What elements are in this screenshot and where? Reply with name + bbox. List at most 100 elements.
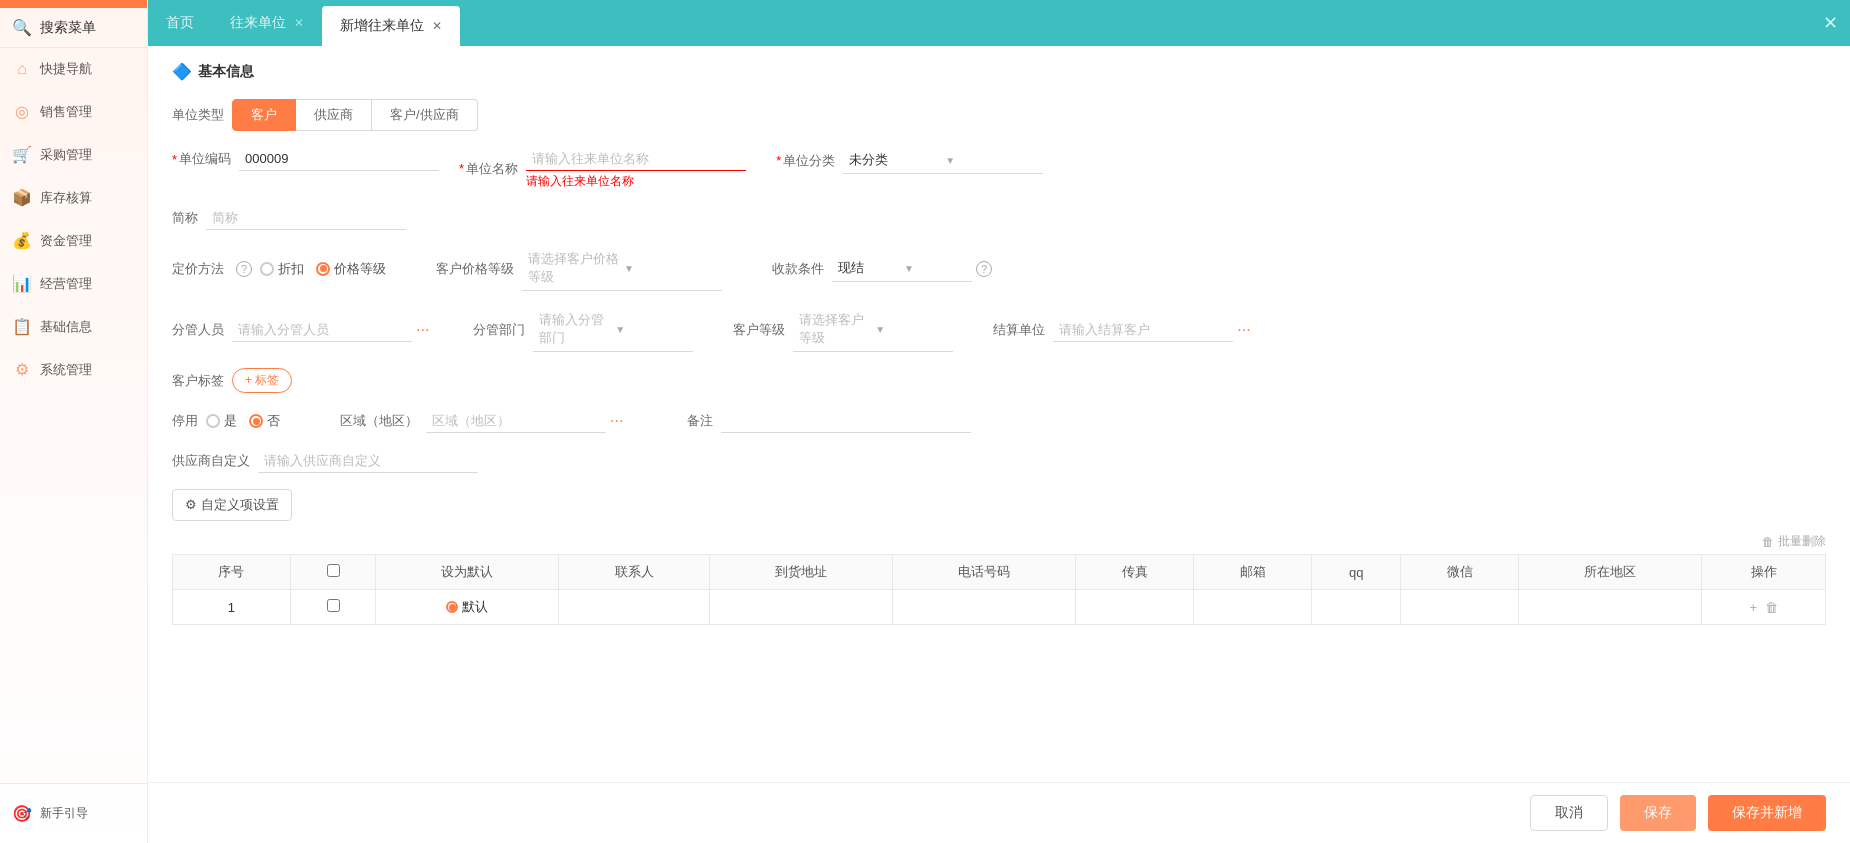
supplier-custom-input[interactable] (258, 449, 478, 473)
abbreviation-row: 简称 (172, 206, 1826, 230)
manager-input[interactable] (232, 318, 412, 342)
unit-name-input[interactable] (526, 147, 746, 171)
save-new-button[interactable]: 保存并新增 (1708, 795, 1826, 831)
unit-name-error: 请输入往来单位名称 (526, 173, 746, 190)
sidebar-item-system[interactable]: ⚙ 系统管理 (0, 348, 147, 391)
cell-email (1194, 590, 1312, 625)
sidebar-item-quick-nav[interactable]: ⌂ 快捷导航 (0, 48, 147, 90)
sidebar-item-label: 采购管理 (40, 146, 92, 164)
notes-input[interactable] (721, 409, 971, 433)
unit-name-input-stack: 请输入往来单位名称 (526, 147, 746, 190)
payment-help-icon[interactable]: ? (976, 261, 992, 277)
radio-disabled-no[interactable]: 否 (249, 412, 280, 430)
unit-btn-both[interactable]: 客户/供应商 (372, 99, 478, 131)
col-fax: 传真 (1076, 555, 1194, 590)
purchase-icon: 🛒 (12, 145, 32, 164)
col-check (290, 555, 375, 590)
col-default: 设为默认 (376, 555, 559, 590)
disabled-label: 停用 (172, 412, 198, 430)
radio-discount[interactable]: 折扣 (260, 260, 304, 278)
search-icon: 🔍 (12, 18, 32, 37)
manager-more-icon[interactable]: ··· (412, 321, 433, 339)
department-select[interactable]: 请输入分管部门 ▼ (533, 307, 693, 352)
customer-level-field: 客户等级 请选择客户等级 ▼ (733, 307, 953, 352)
radio-disabled-yes[interactable]: 是 (206, 412, 237, 430)
section-basic-info: 🔷 基本信息 (172, 62, 1826, 81)
sidebar-item-guide[interactable]: 🎯 新手引导 (0, 792, 147, 835)
unit-code-input[interactable] (239, 147, 439, 171)
select-all-checkbox[interactable] (327, 564, 340, 577)
unit-category-select[interactable]: 未分类 ▼ (843, 147, 1043, 174)
sidebar-item-sales[interactable]: ◎ 销售管理 (0, 90, 147, 133)
unit-category-label: 单位分类 (783, 152, 835, 170)
unit-type-row: 单位类型 客户 供应商 客户/供应商 (172, 99, 1826, 131)
abbreviation-input[interactable] (206, 206, 406, 230)
sidebar-item-label: 快捷导航 (40, 60, 92, 78)
customer-level-placeholder: 请选择客户等级 (799, 311, 871, 347)
cell-check (290, 590, 375, 625)
cancel-button[interactable]: 取消 (1530, 795, 1608, 831)
add-row-icon[interactable]: + (1750, 600, 1758, 615)
unit-btn-customer[interactable]: 客户 (232, 99, 296, 131)
window-close-button[interactable]: ✕ (1823, 12, 1838, 34)
sidebar-search[interactable]: 🔍 搜索菜单 (0, 8, 147, 48)
tab-new-partner-close[interactable]: ✕ (432, 19, 442, 33)
col-action: 操作 (1702, 555, 1826, 590)
pricing-help-icon[interactable]: ? (236, 261, 252, 277)
sidebar-item-base-info[interactable]: 📋 基础信息 (0, 305, 147, 348)
delete-row-icon[interactable]: 🗑 (1765, 600, 1778, 615)
col-wechat: 微信 (1401, 555, 1519, 590)
cell-default: 默认 (376, 590, 559, 625)
customer-price-level-select[interactable]: 请选择客户价格等级 ▼ (522, 246, 722, 291)
notes-field: 备注 (687, 409, 971, 433)
customer-level-label: 客户等级 (733, 321, 785, 339)
settlement-more-icon[interactable]: ··· (1233, 321, 1254, 339)
col-phone: 电话号码 (893, 555, 1076, 590)
radio-no-label: 否 (267, 412, 280, 430)
radio-price-level[interactable]: 价格等级 (316, 260, 386, 278)
default-radio[interactable] (446, 601, 458, 613)
tab-home[interactable]: 首页 (148, 0, 212, 46)
customer-tag-label: 客户标签 (172, 372, 224, 390)
sidebar-item-purchase[interactable]: 🛒 采购管理 (0, 133, 147, 176)
col-contact: 联系人 (559, 555, 710, 590)
settlement-unit-field: 结算单位 ··· (993, 318, 1254, 342)
add-tag-button[interactable]: + 标签 (232, 368, 292, 393)
batch-delete-label[interactable]: 批量删除 (1778, 533, 1826, 550)
operations-icon: 📊 (12, 274, 32, 293)
required-star-category: * (776, 153, 781, 168)
payment-condition-label: 收款条件 (772, 260, 824, 278)
sidebar-item-operations[interactable]: 📊 经营管理 (0, 262, 147, 305)
region-more-icon[interactable]: ··· (606, 412, 627, 430)
sidebar-item-inventory[interactable]: 📦 库存核算 (0, 176, 147, 219)
footer: 取消 保存 保存并新增 (148, 782, 1850, 843)
unit-type-label: 单位类型 (172, 106, 224, 124)
custom-settings-button[interactable]: ⚙ 自定义项设置 (172, 489, 292, 521)
col-qq: qq (1312, 555, 1401, 590)
customer-level-dropdown-arrow: ▼ (875, 324, 947, 335)
payment-condition-select[interactable]: 现结 ▼ (832, 255, 972, 282)
row-checkbox[interactable] (327, 599, 340, 612)
notes-label: 备注 (687, 412, 713, 430)
price-level-dropdown-arrow: ▼ (624, 263, 716, 274)
unit-code-label: 单位编码 (179, 150, 231, 168)
region-field: 区域（地区） ··· (340, 409, 627, 433)
region-input[interactable] (426, 409, 606, 433)
section-icon: 🔷 (172, 62, 192, 81)
settlement-unit-label: 结算单位 (993, 321, 1045, 339)
region-label: 区域（地区） (340, 412, 418, 430)
tab-partners-close[interactable]: ✕ (294, 16, 304, 30)
customer-level-select[interactable]: 请选择客户等级 ▼ (793, 307, 953, 352)
save-button[interactable]: 保存 (1620, 795, 1696, 831)
col-seq: 序号 (173, 555, 291, 590)
required-star-code: * (172, 152, 177, 167)
unit-btn-supplier[interactable]: 供应商 (296, 99, 372, 131)
sidebar-item-label: 系统管理 (40, 361, 92, 379)
tab-partners[interactable]: 往来单位 ✕ (212, 0, 322, 46)
settlement-unit-input[interactable] (1053, 318, 1233, 342)
sidebar-item-finance[interactable]: 💰 资金管理 (0, 219, 147, 262)
disabled-field: 停用 是 否 (172, 412, 280, 430)
tab-partners-label: 往来单位 (230, 14, 286, 32)
payment-dropdown-arrow: ▼ (904, 263, 966, 274)
tab-new-partner[interactable]: 新增往来单位 ✕ (322, 6, 460, 46)
